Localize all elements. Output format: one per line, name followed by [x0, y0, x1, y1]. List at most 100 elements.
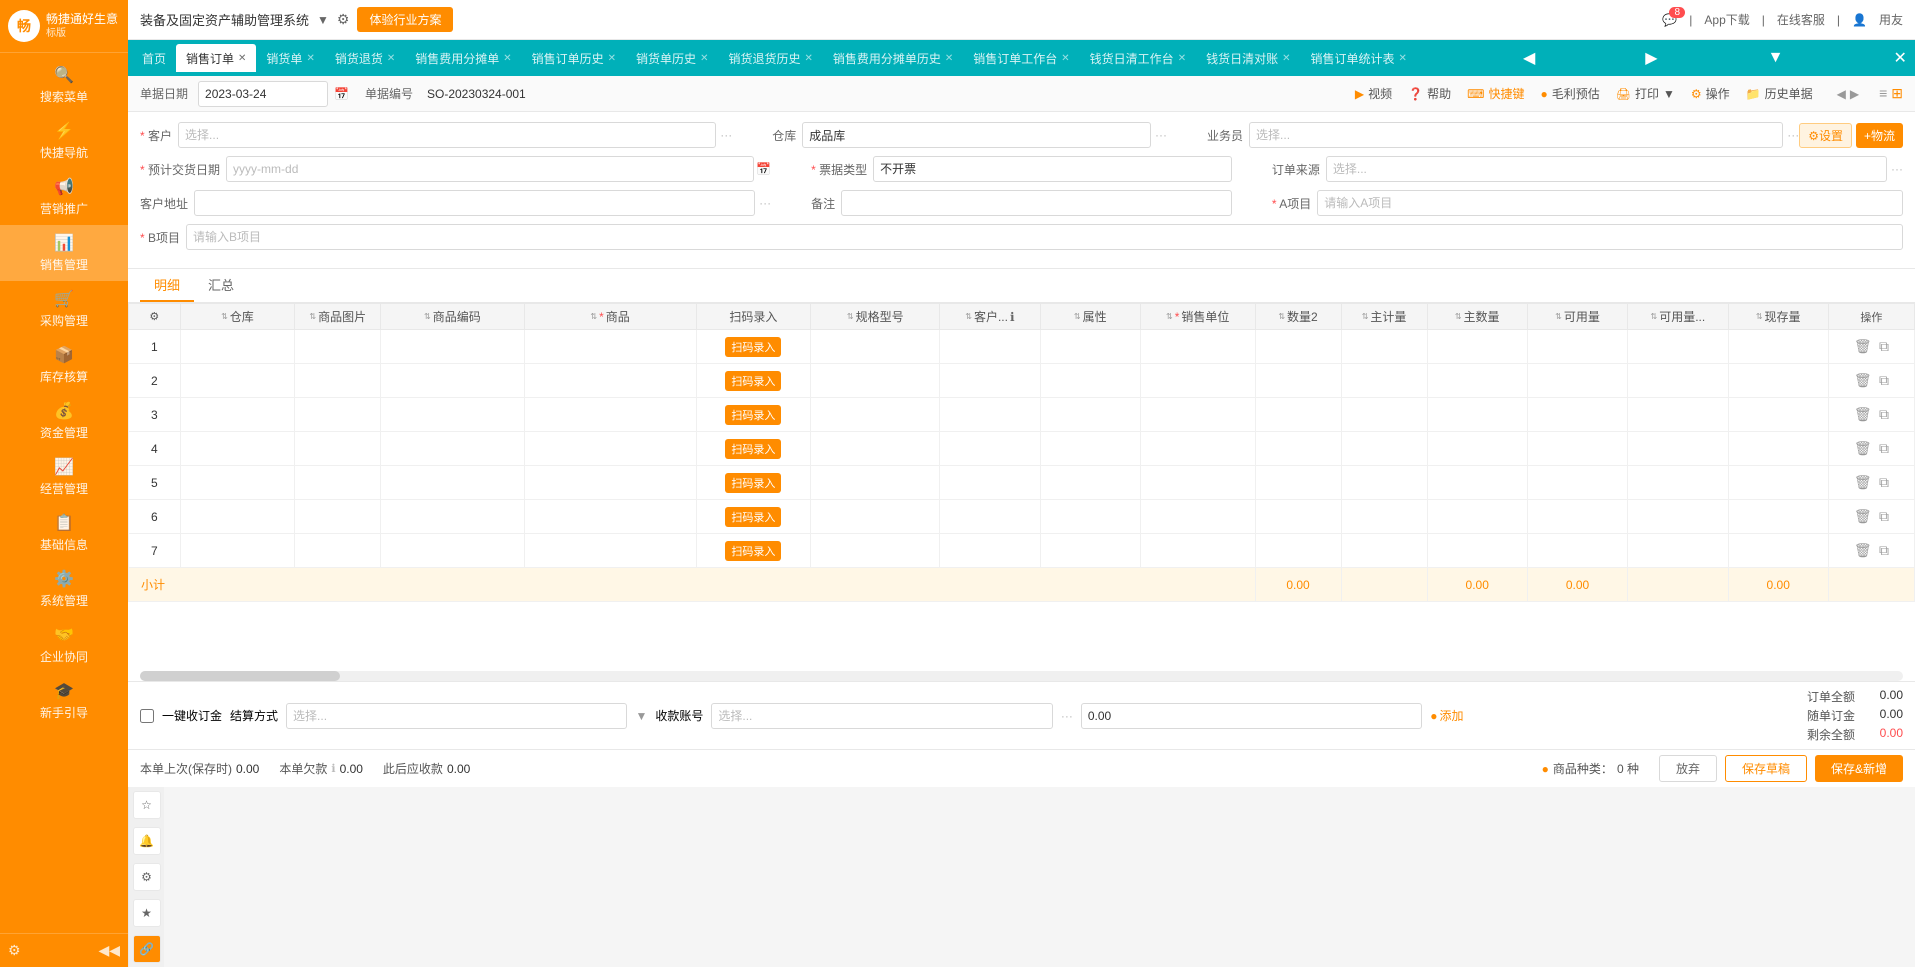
- discard-button[interactable]: 放弃: [1659, 755, 1717, 782]
- sidebar-item-enterprise[interactable]: 🤝 企业协同: [0, 617, 128, 673]
- sidebar-item-marketing[interactable]: 📢 营销推广: [0, 169, 128, 225]
- view-video-btn[interactable]: ▶ 视频: [1355, 85, 1392, 102]
- row-unit[interactable]: [1140, 330, 1255, 364]
- calendar-icon[interactable]: 📅: [334, 87, 349, 101]
- sidebar-collapse-icon[interactable]: ◀◀: [98, 942, 120, 959]
- scan-btn-5[interactable]: 扫码录入: [725, 473, 781, 493]
- row-copy-btn[interactable]: ⧉: [1877, 540, 1891, 561]
- nav-next-icon[interactable]: ▶: [1850, 87, 1859, 101]
- row-delete-btn[interactable]: 🗑: [1852, 404, 1874, 425]
- profit-btn[interactable]: ● 毛利预估: [1540, 85, 1599, 102]
- th-setting[interactable]: ⚙: [129, 304, 181, 330]
- tab-nav-list[interactable]: ▼: [1764, 49, 1788, 67]
- sidebar-item-system[interactable]: ⚙️ 系统管理: [0, 561, 128, 617]
- tab-close-invoice-history[interactable]: ✕: [700, 53, 708, 64]
- warehouse-input[interactable]: [802, 122, 1151, 148]
- tab-return-history[interactable]: 销货退货历史 ✕: [718, 44, 822, 72]
- tab-nav-left[interactable]: ◀: [1519, 48, 1539, 68]
- row-main-unit[interactable]: [1341, 330, 1427, 364]
- row-spec[interactable]: [811, 330, 940, 364]
- tab-summary[interactable]: 汇总: [194, 269, 248, 302]
- tab-invoice-history[interactable]: 销货单历史 ✕: [626, 44, 718, 72]
- row-delete-btn[interactable]: 🗑: [1852, 540, 1874, 561]
- settings-button[interactable]: ⚙设置: [1799, 123, 1852, 148]
- row-main-qty[interactable]: [1427, 330, 1527, 364]
- row-customer-code[interactable]: [940, 330, 1040, 364]
- date-input[interactable]: [198, 81, 328, 107]
- row-warehouse[interactable]: [180, 330, 295, 364]
- address-input[interactable]: [194, 190, 755, 216]
- save-new-button[interactable]: 保存&新增: [1815, 755, 1903, 782]
- warehouse-more-icon[interactable]: ···: [1155, 128, 1167, 142]
- tab-close-return[interactable]: ✕: [387, 53, 395, 64]
- scan-btn-4[interactable]: 扫码录入: [725, 439, 781, 459]
- amount-input[interactable]: [1081, 703, 1422, 729]
- tab-sales-order[interactable]: 销售订单 ✕: [176, 44, 256, 72]
- sidebar-item-inventory[interactable]: 📦 库存核算: [0, 337, 128, 393]
- app-download-link[interactable]: App下载: [1704, 11, 1749, 28]
- row-copy-btn[interactable]: ⧉: [1877, 336, 1891, 357]
- customer-more-icon[interactable]: ···: [720, 128, 732, 142]
- scan-btn-6[interactable]: 扫码录入: [725, 507, 781, 527]
- sidebar-item-quick-nav[interactable]: ⚡ 快捷导航: [0, 113, 128, 169]
- tab-close-all[interactable]: ✕: [1890, 48, 1911, 68]
- tab-statistics[interactable]: 销售订单统计表 ✕: [1300, 44, 1416, 72]
- customer-input[interactable]: [178, 122, 716, 148]
- tab-close-sales-order[interactable]: ✕: [238, 53, 246, 64]
- tab-close-reconcile[interactable]: ✕: [1282, 53, 1290, 64]
- print-dropdown-icon[interactable]: ▼: [1663, 87, 1675, 101]
- tab-nav-right[interactable]: ▶: [1641, 48, 1661, 68]
- account-more-icon[interactable]: ···: [1061, 709, 1073, 723]
- ops-btn[interactable]: ⚙ 操作: [1691, 85, 1730, 102]
- current-info-icon[interactable]: ℹ: [331, 762, 335, 775]
- row-delete-btn[interactable]: 🗑: [1852, 506, 1874, 527]
- sidebar-item-sales[interactable]: 📊 销售管理: [0, 225, 128, 281]
- scan-btn-7[interactable]: 扫码录入: [725, 541, 781, 561]
- tab-order-history[interactable]: 销售订单历史 ✕: [522, 44, 626, 72]
- history-btn[interactable]: 📁 历史单据: [1746, 85, 1813, 102]
- b-project-input[interactable]: [186, 224, 1903, 250]
- settlement-dropdown-icon[interactable]: ▼: [635, 709, 647, 723]
- row-delete-btn[interactable]: 🗑: [1852, 336, 1874, 357]
- sidebar-settings-icon[interactable]: ⚙: [8, 942, 21, 959]
- tab-close-order-history[interactable]: ✕: [608, 53, 616, 64]
- sidebar-item-guide[interactable]: 🎓 新手引导: [0, 673, 128, 729]
- tab-home[interactable]: 首页: [132, 44, 176, 72]
- shortcut-btn[interactable]: ⌨ 快捷键: [1467, 85, 1524, 102]
- tab-expense-split[interactable]: 销售费用分摊单 ✕: [405, 44, 521, 72]
- salesman-more-icon[interactable]: ···: [1787, 128, 1799, 142]
- row-copy-btn[interactable]: ⧉: [1877, 370, 1891, 391]
- row-copy-btn[interactable]: ⧉: [1877, 404, 1891, 425]
- tab-close-statistics[interactable]: ✕: [1399, 53, 1407, 64]
- tab-close-invoice[interactable]: ✕: [306, 53, 314, 64]
- tab-close-expense-history[interactable]: ✕: [945, 53, 953, 64]
- row-delete-btn[interactable]: 🗑: [1852, 370, 1874, 391]
- row-copy-btn[interactable]: ⧉: [1877, 438, 1891, 459]
- sidebar-item-operations[interactable]: 📈 经营管理: [0, 449, 128, 505]
- system-dropdown[interactable]: ▼: [317, 13, 329, 27]
- tab-detail[interactable]: 明细: [140, 269, 194, 302]
- row-delete-btn[interactable]: 🗑: [1852, 438, 1874, 459]
- right-panel-btn-5[interactable]: 🔗: [133, 935, 161, 963]
- tab-close-order-wb[interactable]: ✕: [1061, 53, 1069, 64]
- one-click-checkbox[interactable]: [140, 709, 154, 723]
- sidebar-item-search[interactable]: 🔍 搜索菜单: [0, 57, 128, 113]
- view-list-icon[interactable]: ≡: [1879, 85, 1887, 102]
- settlement-input[interactable]: [286, 703, 627, 729]
- sidebar-item-finance[interactable]: 💰 资金管理: [0, 393, 128, 449]
- save-draft-button[interactable]: 保存草稿: [1725, 755, 1807, 782]
- industry-solution-button[interactable]: 体验行业方案: [357, 7, 453, 32]
- horizontal-scrollbar[interactable]: [140, 671, 1903, 681]
- tab-reconcile[interactable]: 钱货日清对账 ✕: [1196, 44, 1300, 72]
- tab-sales-invoice[interactable]: 销货单 ✕: [256, 44, 324, 72]
- right-panel-btn-2[interactable]: 🔔: [133, 827, 161, 855]
- salesman-input[interactable]: [1249, 122, 1783, 148]
- tab-close-return-history[interactable]: ✕: [804, 53, 812, 64]
- remark-input[interactable]: [841, 190, 1232, 216]
- tab-close-expense[interactable]: ✕: [503, 53, 511, 64]
- print-btn[interactable]: 🖨 打印 ▼: [1616, 85, 1675, 102]
- row-copy-btn[interactable]: ⧉: [1877, 472, 1891, 493]
- row-attr[interactable]: [1040, 330, 1140, 364]
- row-delete-btn[interactable]: 🗑: [1852, 472, 1874, 493]
- nav-prev-icon[interactable]: ◀: [1837, 87, 1846, 101]
